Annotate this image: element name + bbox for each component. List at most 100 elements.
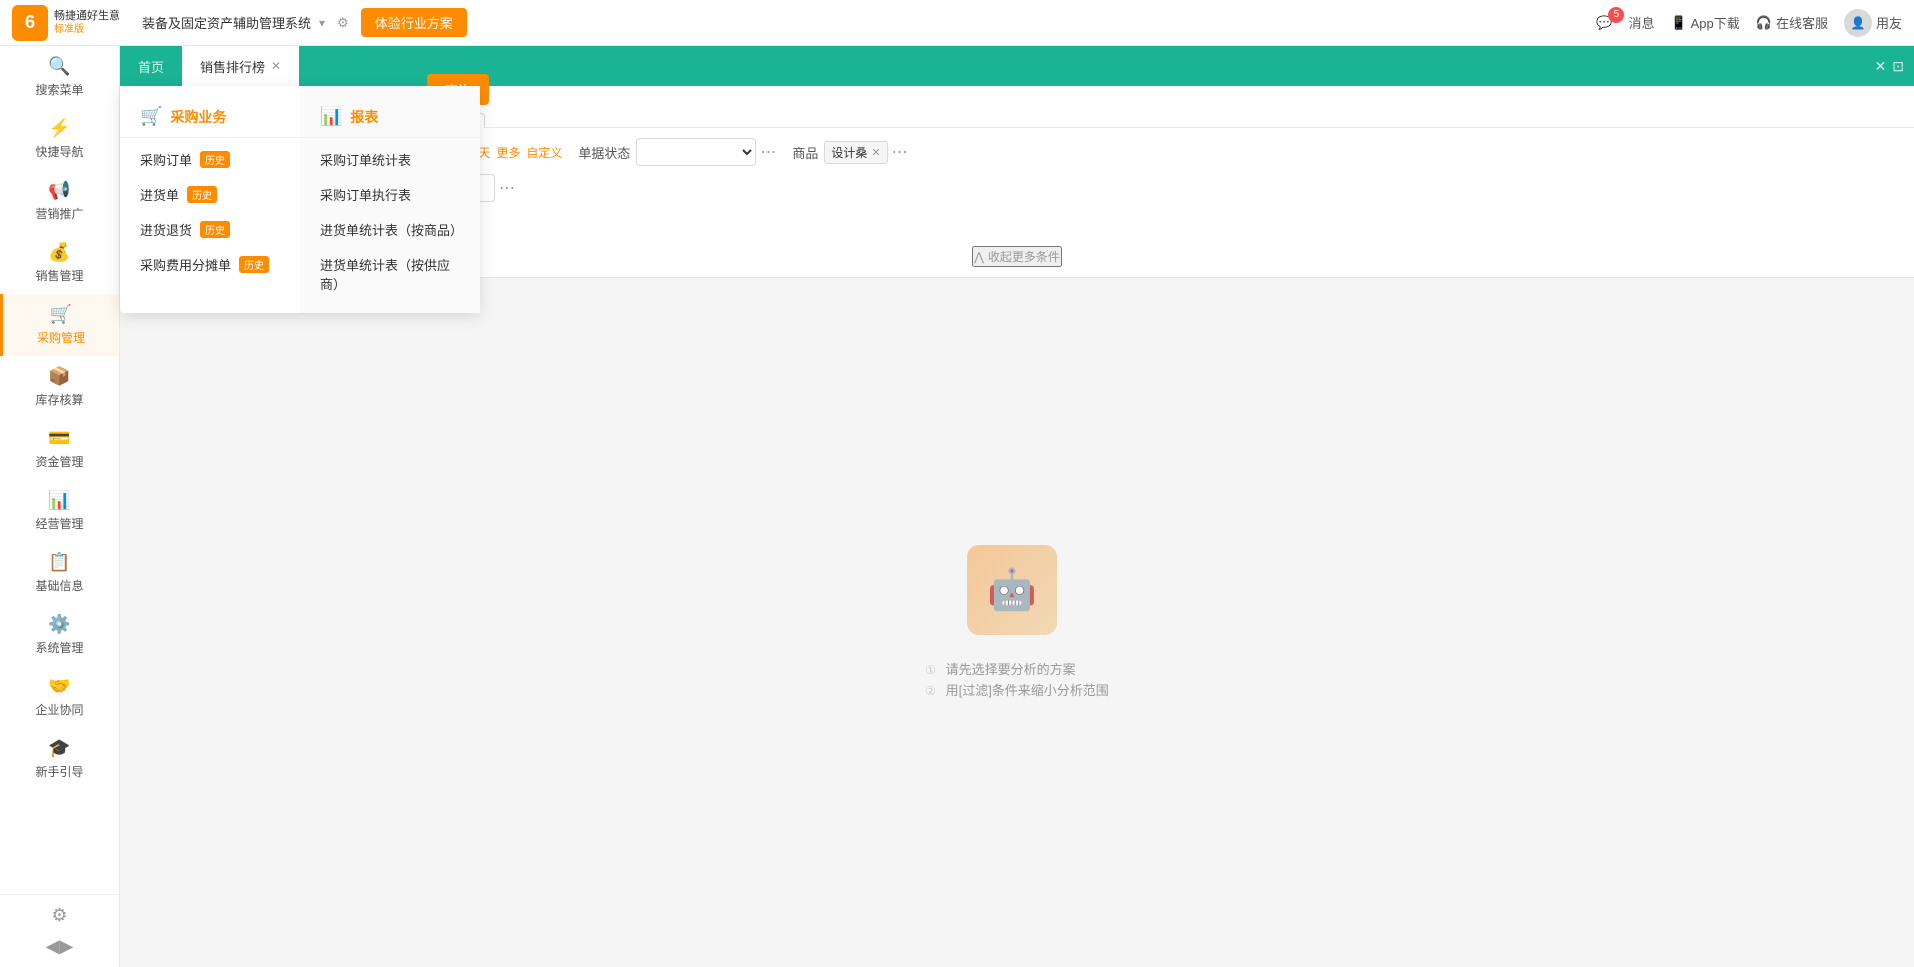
collapse-button[interactable]: ⋀ 收起更多条件 xyxy=(972,246,1062,267)
tab-close-icon[interactable]: ✕ xyxy=(271,59,281,73)
online-service-item[interactable]: 🎧 在线客服 xyxy=(1756,13,1828,32)
purchase-dropdown-menu: 🛒 采购业务 采购订单 历史 进货单 历史 进货退货 历史 采购费用分摊单 历史 xyxy=(120,86,480,313)
sidebar-label-system: 系统管理 xyxy=(35,639,83,656)
dropdown-item-purchase-order[interactable]: 采购订单 历史 xyxy=(120,142,300,177)
user-name: 用友 xyxy=(1876,13,1902,32)
history-badge-3: 历史 xyxy=(239,256,269,273)
industry-button[interactable]: 体验行业方案 xyxy=(361,8,467,37)
user-item[interactable]: 👤 用友 xyxy=(1844,9,1902,37)
dropdown-item-purchase-expense[interactable]: 采购费用分摊单 历史 xyxy=(120,247,300,282)
top-bar-right: 💬 5 消息 📱 App下载 🎧 在线客服 👤 用友 xyxy=(1596,9,1902,37)
empty-state: 🤖 ① 请先选择要分析的方案 ② 用[过滤]条件来缩小分析范围 xyxy=(120,278,1914,967)
sidebar-label-sales: 销售管理 xyxy=(35,267,83,284)
sidebar-label-enterprise: 企业协同 xyxy=(35,701,83,718)
dropdown-item-goods-stats-product[interactable]: 进货单统计表（按商品） xyxy=(300,212,480,247)
sidebar-label-purchase: 采购管理 xyxy=(37,329,85,346)
dropdown-item-po-stats[interactable]: 采购订单统计表 xyxy=(300,142,480,177)
headset-icon: 🎧 xyxy=(1756,15,1772,31)
message-label: 消息 xyxy=(1628,13,1654,32)
purchase-col-icon: 🛒 xyxy=(140,106,162,127)
dropdown-item-goods-return[interactable]: 进货退货 历史 xyxy=(120,212,300,247)
dropdown-col-purchase-title: 🛒 采购业务 xyxy=(120,98,300,138)
gear-icon: ⚙️ xyxy=(48,614,70,635)
goods-tag: 设计桑 ✕ xyxy=(824,141,887,164)
sidebar-item-sales[interactable]: 💰 销售管理 xyxy=(0,232,119,294)
report-col-icon: 📊 xyxy=(320,106,342,127)
sidebar-item-finance[interactable]: 💳 资金管理 xyxy=(0,418,119,480)
notification-item[interactable]: 💬 5 消息 xyxy=(1596,13,1654,32)
salesperson-dots[interactable]: ⋯ xyxy=(499,178,515,198)
sidebar-settings-btn[interactable]: ⚙ xyxy=(51,905,67,926)
tab-maximize-btn[interactable]: ⊡ xyxy=(1892,58,1904,75)
dropdown-col-purchase: 🛒 采购业务 采购订单 历史 进货单 历史 进货退货 历史 采购费用分摊单 历史 xyxy=(120,86,300,313)
sidebar-item-system[interactable]: ⚙️ 系统管理 xyxy=(0,604,119,666)
goods-dots[interactable]: ⋯ xyxy=(892,142,908,162)
history-badge-2: 历史 xyxy=(200,221,230,238)
dropdown-item-po-exec[interactable]: 采购订单执行表 xyxy=(300,177,480,212)
sidebar-item-purchase[interactable]: 🛒 采购管理 xyxy=(0,294,119,356)
sidebar-item-quick-nav[interactable]: ⚡ 快捷导航 xyxy=(0,108,119,170)
handshake-icon: 🤝 xyxy=(48,676,70,697)
empty-hint-text: ① 请先选择要分析的方案 ② 用[过滤]条件来缩小分析范围 xyxy=(925,657,1109,701)
date-custom-btn[interactable]: 自定义 xyxy=(526,144,562,161)
tab-sales-rank[interactable]: 销售排行榜 ✕ xyxy=(182,46,299,86)
notification-badge: 5 xyxy=(1608,7,1624,23)
sidebar: 🔍 搜索菜单 ⚡ 快捷导航 📢 营销推广 💰 销售管理 🛒 采购管理 📦 xyxy=(0,46,120,967)
cart-icon: 🛒 xyxy=(50,304,72,325)
goods-label: 商品 xyxy=(792,143,818,162)
order-status-select[interactable] xyxy=(636,138,756,166)
chart-icon: 📊 xyxy=(48,490,70,511)
app-wrapper: 6 畅捷通好生意 标准版 装备及固定资产辅助管理系统 ▾ ⚙ 体验行业方案 💬 … xyxy=(0,0,1914,967)
tab-bar-actions: ✕ ⊡ xyxy=(1865,58,1914,75)
dropdown-item-goods-receipt[interactable]: 进货单 历史 xyxy=(120,177,300,212)
top-bar-middle: 装备及固定资产辅助管理系统 ▾ ⚙ 体验行业方案 xyxy=(132,8,1596,37)
box-icon: 📦 xyxy=(48,366,70,387)
goods-tag-close[interactable]: ✕ xyxy=(871,146,880,159)
sidebar-label-finance: 资金管理 xyxy=(35,453,83,470)
card-icon: 💳 xyxy=(48,428,70,449)
phone-icon: 📱 xyxy=(1670,15,1686,31)
user-avatar: 👤 xyxy=(1844,9,1872,37)
sidebar-item-marketing[interactable]: 📢 营销推广 xyxy=(0,170,119,232)
sidebar-item-inventory[interactable]: 📦 库存核算 xyxy=(0,356,119,418)
dropdown-item-goods-stats-supplier[interactable]: 进货单统计表（按供应商） xyxy=(300,247,480,301)
top-bar: 6 畅捷通好生意 标准版 装备及固定资产辅助管理系统 ▾ ⚙ 体验行业方案 💬 … xyxy=(0,0,1914,46)
megaphone-icon: 📢 xyxy=(48,180,70,201)
money-icon: 💰 xyxy=(48,242,70,263)
tab-close-all-btn[interactable]: ✕ xyxy=(1875,58,1887,75)
sidebar-collapse-btn[interactable]: ◀▶ xyxy=(46,936,74,957)
system-title: 装备及固定资产辅助管理系统 xyxy=(142,13,311,32)
date-more-btn[interactable]: 更多 xyxy=(496,144,520,161)
logo-icon: 6 xyxy=(12,5,48,41)
logo-area: 6 畅捷通好生意 标准版 xyxy=(12,5,132,41)
dropdown-col-report: 📊 报表 采购订单统计表 采购订单执行表 进货单统计表（按商品） 进货单统计表（… xyxy=(300,86,480,313)
history-badge-0: 历史 xyxy=(200,151,230,168)
sidebar-label-management: 经营管理 xyxy=(35,515,83,532)
sidebar-item-management[interactable]: 📊 经营管理 xyxy=(0,480,119,542)
sidebar-label-quick-nav: 快捷导航 xyxy=(35,143,83,160)
empty-illustration: 🤖 xyxy=(967,545,1067,645)
settings-icon[interactable]: ⚙ xyxy=(337,15,349,31)
sidebar-item-guide[interactable]: 🎓 新手引导 xyxy=(0,728,119,790)
sidebar-item-enterprise[interactable]: 🤝 企业协同 xyxy=(0,666,119,728)
graduation-icon: 🎓 xyxy=(48,738,70,759)
sidebar-item-search[interactable]: 🔍 搜索菜单 xyxy=(0,46,119,108)
sidebar-item-basic-info[interactable]: 📋 基础信息 xyxy=(0,542,119,604)
sidebar-label-marketing: 营销推广 xyxy=(35,205,83,222)
sidebar-label-basic-info: 基础信息 xyxy=(35,577,83,594)
sidebar-label-guide: 新手引导 xyxy=(35,763,83,780)
sidebar-label-inventory: 库存核算 xyxy=(35,391,83,408)
tab-home[interactable]: 首页 xyxy=(120,46,182,86)
order-status-dots[interactable]: ⋯ xyxy=(760,142,776,162)
collapse-up-icon: ⋀ xyxy=(974,250,984,264)
app-download-item[interactable]: 📱 App下载 xyxy=(1670,13,1739,32)
system-dropdown-arrow[interactable]: ▾ xyxy=(319,16,325,30)
sidebar-label-search: 搜索菜单 xyxy=(35,81,83,98)
order-status-filter: 单据状态 ⋯ xyxy=(578,138,776,166)
history-badge-1: 历史 xyxy=(187,186,217,203)
logo-text: 畅捷通好生意 标准版 xyxy=(54,9,120,36)
clipboard-icon: 📋 xyxy=(48,552,70,573)
lightning-icon: ⚡ xyxy=(48,118,70,139)
goods-filter: 商品 设计桑 ✕ ⋯ xyxy=(792,141,907,164)
order-status-label: 单据状态 xyxy=(578,143,630,162)
